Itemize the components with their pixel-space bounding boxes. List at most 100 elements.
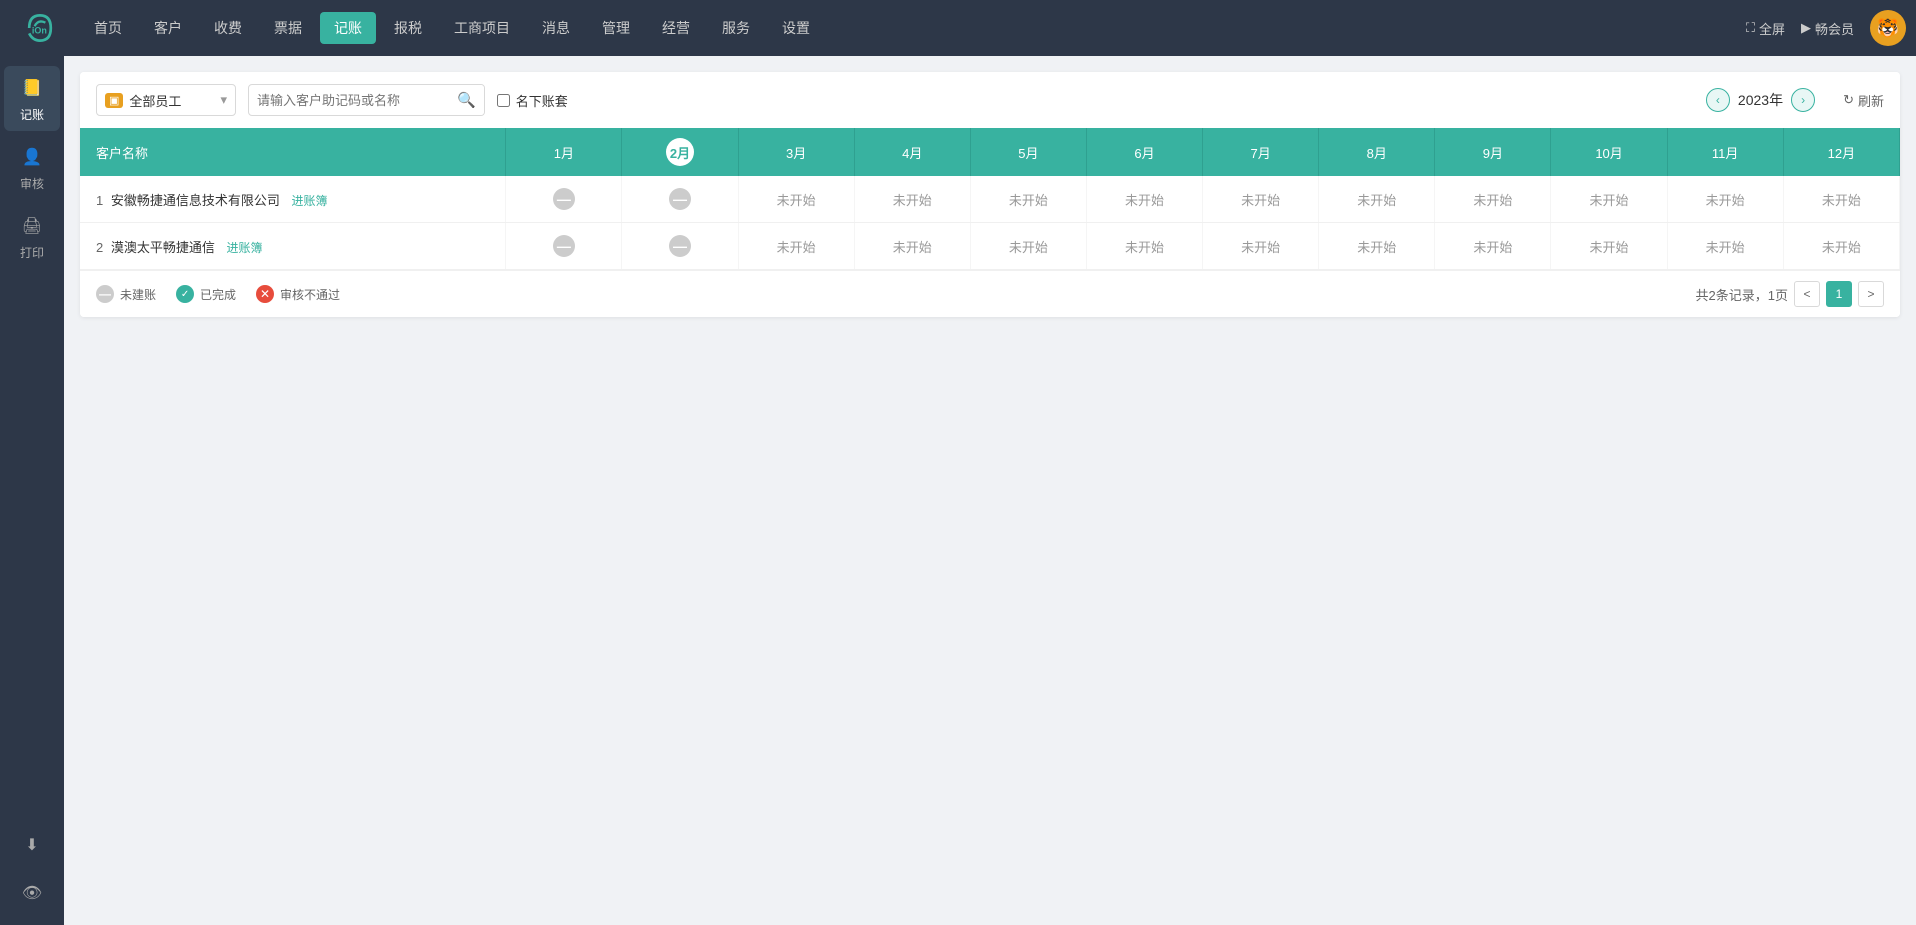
legend-not-created: — 未建账 <box>96 285 156 303</box>
col-header-mar: 3月 <box>738 128 854 176</box>
nav-fee[interactable]: 收费 <box>200 12 256 44</box>
total-text: 共2条记录，1页 <box>1696 285 1788 304</box>
nav-service[interactable]: 服务 <box>708 12 764 44</box>
col-header-may: 5月 <box>970 128 1086 176</box>
view-icon: 👁 <box>18 879 46 907</box>
sidebar-bottom: ⬇ 👁 <box>4 823 60 915</box>
legend-gray-icon: — <box>96 285 114 303</box>
search-input[interactable] <box>249 93 449 108</box>
nav-business[interactable]: 工商项目 <box>440 12 524 44</box>
sidebar-item-accounting[interactable]: 📒 记账 <box>4 66 60 131</box>
table-row: 1 安徽畅捷通信息技术有限公司 进账簿 — — 未开始 未开始 <box>80 176 1900 223</box>
row1-aug: 未开始 <box>1319 176 1435 223</box>
year-nav: ‹ 2023年 › <box>1706 88 1815 112</box>
sidebar-item-audit[interactable]: 👤 审核 <box>4 135 60 200</box>
vip-button[interactable]: ▶ 畅会员 <box>1801 19 1854 38</box>
sidebar-item-download[interactable]: ⬇ <box>4 823 60 867</box>
row2-apr: 未开始 <box>854 223 970 270</box>
row1-nov: 未开始 <box>1667 176 1783 223</box>
row2-jan-status: — <box>553 235 575 257</box>
legend-completed-label: 已完成 <box>200 286 236 303</box>
sidebar-item-view[interactable]: 👁 <box>4 871 60 915</box>
row1-enter-link[interactable]: 进账簿 <box>292 194 328 208</box>
search-button[interactable]: 🔍 <box>449 85 484 115</box>
page-prev-button[interactable]: < <box>1794 281 1820 307</box>
legend-completed: ✓ 已完成 <box>176 285 236 303</box>
checkbox-label[interactable]: 名下账套 <box>497 91 568 110</box>
nav-items: 首页 客户 收费 票据 记账 报税 工商项目 消息 管理 经营 服务 设置 <box>80 12 1746 44</box>
col-header-sep: 9月 <box>1435 128 1551 176</box>
col-header-aug: 8月 <box>1319 128 1435 176</box>
print-icon: 🖨 <box>18 212 46 240</box>
col-header-feb: 2月 <box>622 128 738 176</box>
row2-company-cell: 2 漠澳太平畅捷通信 进账簿 <box>80 223 506 270</box>
sidebar: 📒 记账 👤 审核 🖨 打印 ⬇ 👁 <box>0 56 64 925</box>
fullscreen-icon: ⛶ <box>1746 20 1755 36</box>
year-next-button[interactable]: › <box>1791 88 1815 112</box>
fullscreen-button[interactable]: ⛶ 全屏 <box>1746 19 1785 38</box>
content-area: ▣ 全部员工 ▾ 🔍 名下账套 ‹ 2023年 › <box>64 56 1916 925</box>
refresh-button[interactable]: ↻ 刷新 <box>1843 91 1884 110</box>
row2-may: 未开始 <box>970 223 1086 270</box>
row1-jul: 未开始 <box>1203 176 1319 223</box>
table-card: ▣ 全部员工 ▾ 🔍 名下账套 ‹ 2023年 › <box>80 72 1900 317</box>
row1-oct: 未开始 <box>1551 176 1667 223</box>
row1-apr: 未开始 <box>854 176 970 223</box>
row1-company-cell: 1 安徽畅捷通信息技术有限公司 进账簿 <box>80 176 506 223</box>
row2-jan: — <box>506 223 622 270</box>
nav-right: ⛶ 全屏 ▶ 畅会员 🐯 <box>1746 10 1906 46</box>
row2-index: 2 <box>96 240 103 255</box>
current-month-circle: 2月 <box>666 138 694 166</box>
user-avatar[interactable]: 🐯 <box>1870 10 1906 46</box>
row1-index: 1 <box>96 193 103 208</box>
nav-operation[interactable]: 经营 <box>648 12 704 44</box>
row1-jan: — <box>506 176 622 223</box>
nav-accounting[interactable]: 记账 <box>320 12 376 44</box>
vip-label: 畅会员 <box>1815 19 1854 38</box>
col-header-dec: 12月 <box>1783 128 1899 176</box>
row2-aug: 未开始 <box>1319 223 1435 270</box>
row1-sep: 未开始 <box>1435 176 1551 223</box>
app-logo: iOn <box>10 10 70 46</box>
nav-invoice[interactable]: 票据 <box>260 12 316 44</box>
row1-company-name: 安徽畅捷通信息技术有限公司 <box>111 193 280 208</box>
row2-enter-link[interactable]: 进账簿 <box>227 241 263 255</box>
col-header-jan: 1月 <box>506 128 622 176</box>
nav-customer[interactable]: 客户 <box>140 12 196 44</box>
nav-manage[interactable]: 管理 <box>588 12 644 44</box>
row2-jun: 未开始 <box>1086 223 1202 270</box>
under-accounts-checkbox[interactable] <box>497 94 510 107</box>
row2-nov: 未开始 <box>1667 223 1783 270</box>
row1-jan-status: — <box>553 188 575 210</box>
year-display: 2023年 <box>1738 90 1783 110</box>
top-nav: iOn 首页 客户 收费 票据 记账 报税 工商项目 消息 管理 经营 服务 设… <box>0 0 1916 56</box>
col-header-company: 客户名称 <box>80 128 506 176</box>
nav-settings[interactable]: 设置 <box>768 12 824 44</box>
page-current-button[interactable]: 1 <box>1826 281 1852 307</box>
nav-message[interactable]: 消息 <box>528 12 584 44</box>
employee-dropdown-icon: ▾ <box>220 92 227 108</box>
col-header-jun: 6月 <box>1086 128 1202 176</box>
row2-feb-status: — <box>669 235 691 257</box>
toolbar: ▣ 全部员工 ▾ 🔍 名下账套 ‹ 2023年 › <box>80 72 1900 128</box>
row2-company-name: 漠澳太平畅捷通信 <box>111 240 215 255</box>
year-prev-button[interactable]: ‹ <box>1706 88 1730 112</box>
row2-oct: 未开始 <box>1551 223 1667 270</box>
table-row: 2 漠澳太平畅捷通信 进账簿 — — 未开始 未开始 <box>80 223 1900 270</box>
row1-feb: — <box>622 176 738 223</box>
sidebar-item-print[interactable]: 🖨 打印 <box>4 204 60 269</box>
nav-home[interactable]: 首页 <box>80 12 136 44</box>
col-header-jul: 7月 <box>1203 128 1319 176</box>
main-layout: 📒 记账 👤 审核 🖨 打印 ⬇ 👁 ▣ 全部员工 <box>0 56 1916 925</box>
nav-tax[interactable]: 报税 <box>380 12 436 44</box>
page-next-button[interactable]: > <box>1858 281 1884 307</box>
row1-dec: 未开始 <box>1783 176 1899 223</box>
sidebar-print-label: 打印 <box>20 244 44 261</box>
refresh-label: 刷新 <box>1858 91 1884 110</box>
legend-rejected: ✕ 审核不通过 <box>256 285 340 303</box>
pagination: 共2条记录，1页 < 1 > <box>1696 281 1884 307</box>
search-box: 🔍 <box>248 84 485 116</box>
employee-select[interactable]: ▣ 全部员工 ▾ <box>96 84 236 116</box>
row2-jul: 未开始 <box>1203 223 1319 270</box>
table-scroll-container: 客户名称 1月 2月 3月 4月 5月 6月 7月 8月 9月 <box>80 128 1900 270</box>
